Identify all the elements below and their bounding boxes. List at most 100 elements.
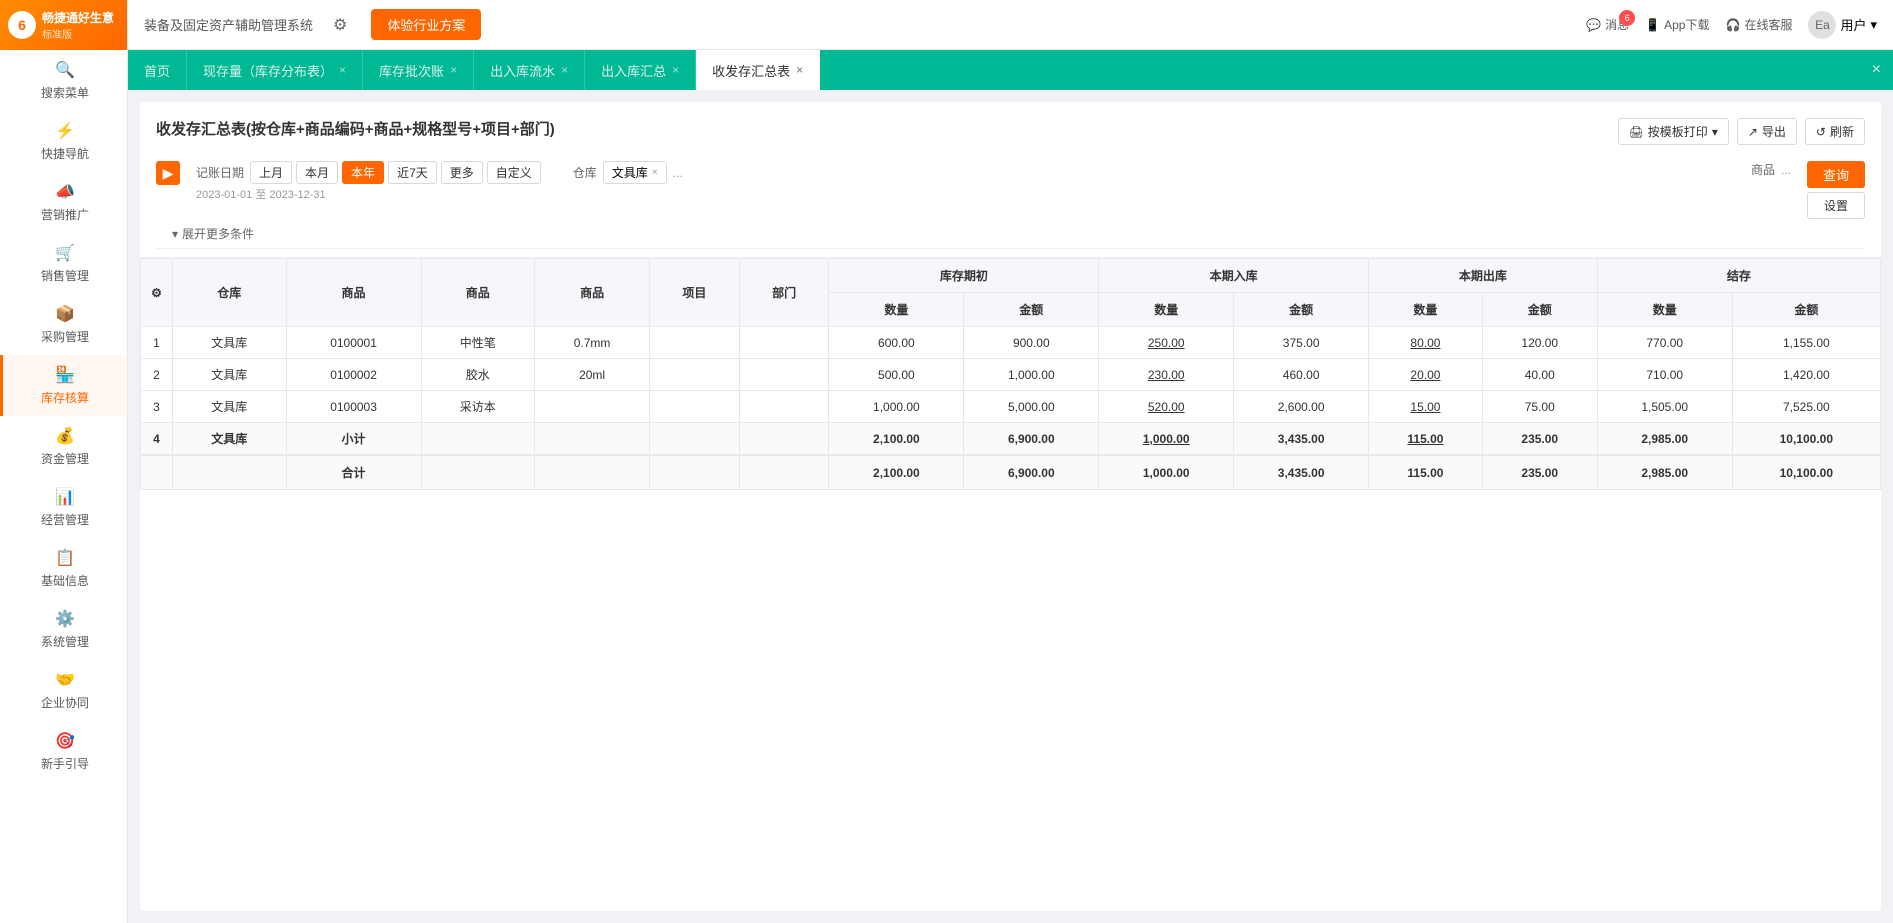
tab-close-icon[interactable]: × <box>450 63 457 77</box>
sidebar-item-label: 销售管理 <box>41 267 89 284</box>
topbar-settings-icon[interactable]: ⚙ <box>333 15 347 35</box>
date-btn-7days[interactable]: 近7天 <box>388 161 437 184</box>
sidebar-item-label: 快捷导航 <box>41 145 89 162</box>
cell-in-qty[interactable]: 250.00 <box>1099 327 1234 359</box>
cell-subtotal-opening-qty: 2,100.00 <box>829 423 964 456</box>
sidebar-item-quick[interactable]: ⚡ 快捷导航 <box>0 111 127 172</box>
tab-close-icon[interactable]: × <box>672 63 679 77</box>
cell-total-opening-qty: 2,100.00 <box>829 455 964 490</box>
date-btn-more[interactable]: 更多 <box>441 161 483 184</box>
th-opening-amt: 金额 <box>964 293 1099 327</box>
cell-opening-qty: 500.00 <box>829 359 964 391</box>
print-btn[interactable]: 🖨 按模板打印 ▾ <box>1618 118 1729 145</box>
app-download-label: App下载 <box>1664 16 1709 33</box>
system-title: 装备及固定资产辅助管理系统 <box>144 15 313 34</box>
cell-total-label: 合计 <box>286 455 421 490</box>
table-row: 3 文具库 0100003 采访本 1,000.00 5,000.00 520.… <box>141 391 1881 423</box>
query-btn[interactable]: 查询 <box>1807 161 1865 188</box>
sidebar-item-search[interactable]: 🔍 搜索菜单 <box>0 50 127 111</box>
warehouse-tag[interactable]: 文具库 × <box>603 161 667 184</box>
filter-settings-btn[interactable]: 设置 <box>1807 192 1865 219</box>
avatar-text: Ea <box>1815 18 1830 32</box>
tab-stock-dist[interactable]: 现存量（库存分布表） × <box>187 50 363 90</box>
tab-batch[interactable]: 库存批次账 × <box>363 50 474 90</box>
topbar: 装备及固定资产辅助管理系统 ⚙ 体验行业方案 💬 消息 6 📱 App下载 🎧 … <box>128 0 1893 50</box>
sidebar-item-sales[interactable]: 🛒 销售管理 <box>0 233 127 294</box>
online-service-action[interactable]: 🎧 在线客服 <box>1725 16 1792 33</box>
subtotal-row: 4 文具库 小计 2,100.00 6,900.00 1,000.00 3,43… <box>141 423 1881 456</box>
tab-label: 出入库流水 <box>490 61 555 80</box>
sidebar-item-label: 库存核算 <box>41 389 89 406</box>
date-btn-this-year[interactable]: 本年 <box>342 161 384 184</box>
date-btn-this-month[interactable]: 本月 <box>296 161 338 184</box>
sidebar-item-label: 采购管理 <box>41 328 89 345</box>
content-area: 收发存汇总表(按仓库+商品编码+商品+规格型号+项目+部门) 🖨 按模板打印 ▾… <box>128 90 1893 923</box>
page-header: 收发存汇总表(按仓库+商品编码+商品+规格型号+项目+部门) 🖨 按模板打印 ▾… <box>140 102 1881 258</box>
warehouse-tag-close[interactable]: × <box>652 167 658 178</box>
sidebar-item-collab[interactable]: 🤝 企业协同 <box>0 660 127 721</box>
tab-inout-summary[interactable]: 出入库汇总 × <box>585 50 696 90</box>
cell-out-qty[interactable]: 15.00 <box>1369 391 1483 423</box>
th-closing-qty: 数量 <box>1597 293 1732 327</box>
cell-closing-qty: 710.00 <box>1597 359 1732 391</box>
warehouse-filter: 仓库 文具库 × ... <box>573 161 683 184</box>
cell-total-opening-amt: 6,900.00 <box>964 455 1099 490</box>
th-settings[interactable]: ⚙ <box>141 259 173 327</box>
date-range: 2023-01-01 至 2023-12-31 <box>196 186 541 202</box>
cell-project <box>650 327 740 359</box>
cell-opening-amt: 900.00 <box>964 327 1099 359</box>
sidebar: 6 畅捷通好生意 标准版 🔍 搜索菜单 ⚡ 快捷导航 📣 营销推广 🛒 销售管理… <box>0 0 128 923</box>
user-menu[interactable]: Ea 用户 ▾ <box>1808 11 1877 39</box>
printer-icon: 🖨 <box>1629 125 1644 139</box>
finance-icon: 💰 <box>55 426 75 446</box>
cell-closing-amt: 1,155.00 <box>1732 327 1880 359</box>
app-download-action[interactable]: 📱 App下载 <box>1645 16 1709 33</box>
tabs-close-all[interactable]: × <box>1860 61 1893 79</box>
inventory-icon: 🏪 <box>55 365 75 385</box>
tab-recv-send[interactable]: 收发存汇总表 × <box>696 50 820 90</box>
sidebar-item-purchase[interactable]: 📦 采购管理 <box>0 294 127 355</box>
date-btn-custom[interactable]: 自定义 <box>487 161 541 184</box>
th-goods-name: 商品 <box>421 259 535 327</box>
filter-toggle[interactable]: ▶ <box>156 161 180 185</box>
experience-btn[interactable]: 体验行业方案 <box>371 9 481 40</box>
tab-inout-flow[interactable]: 出入库流水 × <box>474 50 585 90</box>
cell-warehouse: 文具库 <box>173 359 287 391</box>
cell-goods-code: 0100001 <box>286 327 421 359</box>
tab-close-icon[interactable]: × <box>561 63 568 77</box>
expand-more-btn[interactable]: ▾ 展开更多条件 <box>172 225 254 242</box>
tab-label: 收发存汇总表 <box>712 61 790 80</box>
sidebar-item-inventory[interactable]: 🏪 库存核算 <box>0 355 127 416</box>
cell-goods-spec: 20ml <box>535 359 650 391</box>
goods-more[interactable]: ... <box>1781 163 1791 177</box>
warehouse-more[interactable]: ... <box>673 166 683 180</box>
sidebar-item-guide[interactable]: 🎯 新手引导 <box>0 721 127 782</box>
online-service-label: 在线客服 <box>1744 16 1792 33</box>
cell-in-qty[interactable]: 230.00 <box>1099 359 1234 391</box>
sidebar-logo: 6 畅捷通好生意 标准版 <box>0 0 127 50</box>
sidebar-item-marketing[interactable]: 📣 营销推广 <box>0 172 127 233</box>
refresh-icon: ↺ <box>1816 125 1826 139</box>
cell-closing-qty: 1,505.00 <box>1597 391 1732 423</box>
cell-total-out-qty: 115.00 <box>1369 455 1483 490</box>
sidebar-item-system[interactable]: ⚙️ 系统管理 <box>0 599 127 660</box>
cell-subtotal-out-qty[interactable]: 115.00 <box>1369 423 1483 456</box>
cell-subtotal-in-qty[interactable]: 1,000.00 <box>1099 423 1234 456</box>
sidebar-item-finance[interactable]: 💰 资金管理 <box>0 416 127 477</box>
cell-out-amt: 40.00 <box>1482 359 1597 391</box>
cell-no: 4 <box>141 423 173 456</box>
tab-close-icon[interactable]: × <box>796 63 803 77</box>
cell-out-qty[interactable]: 80.00 <box>1369 327 1483 359</box>
message-action[interactable]: 💬 消息 6 <box>1586 16 1629 33</box>
cell-warehouse: 文具库 <box>173 391 287 423</box>
cell-out-qty[interactable]: 20.00 <box>1369 359 1483 391</box>
cell-in-qty[interactable]: 520.00 <box>1099 391 1234 423</box>
sidebar-item-operation[interactable]: 📊 经营管理 <box>0 477 127 538</box>
date-btn-prev-month[interactable]: 上月 <box>250 161 292 184</box>
tab-home[interactable]: 首页 <box>128 50 187 90</box>
sidebar-item-base[interactable]: 📋 基础信息 <box>0 538 127 599</box>
export-btn[interactable]: ↗ 导出 <box>1737 118 1797 145</box>
logo-icon: 6 <box>8 11 36 39</box>
refresh-btn[interactable]: ↺ 刷新 <box>1805 118 1865 145</box>
tab-close-icon[interactable]: × <box>339 63 346 77</box>
